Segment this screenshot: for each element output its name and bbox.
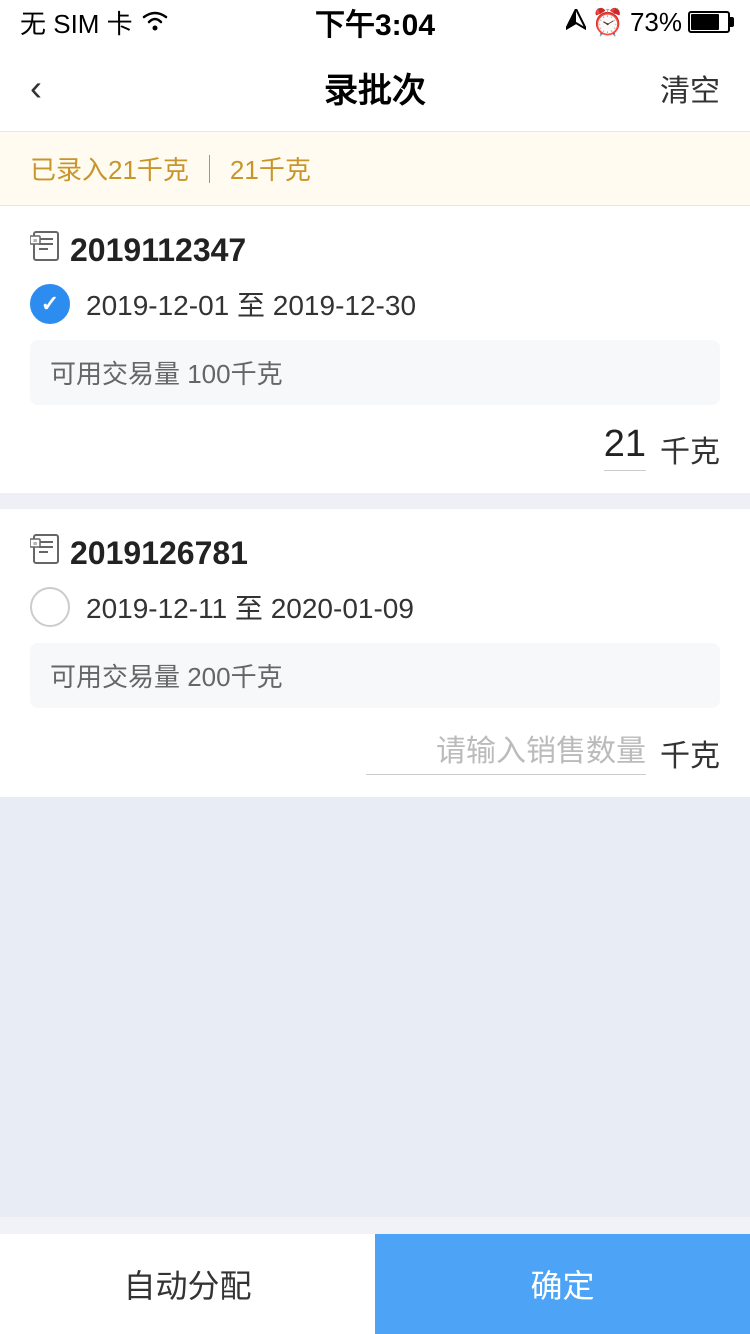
svg-text:≡: ≡ [33, 238, 37, 245]
batch1-date-row[interactable]: 2019-12-01 至 2019-12-30 [30, 284, 720, 324]
batch2-unit: 千克 [660, 731, 720, 775]
batch1-radio[interactable] [30, 284, 70, 324]
page-title: 录批次 [324, 63, 426, 112]
batch2-date-row[interactable]: 2019-12-11 至 2020-01-09 [30, 587, 720, 627]
clear-button[interactable]: 清空 [660, 66, 720, 110]
batch1-quantity-line [604, 470, 646, 471]
section-separator-1 [0, 493, 750, 509]
back-button[interactable]: ‹ [30, 67, 42, 109]
nav-bar: ‹ 录批次 清空 [0, 44, 750, 132]
summary-bar: 已录入21千克 21千克 [0, 132, 750, 206]
batch1-available: 可用交易量 100千克 [30, 340, 720, 405]
batch-card-2: ≡ 2019126781 2019-12-11 至 2020-01-09 可用交… [0, 509, 750, 708]
status-bar: 无 SIM 卡 下午3:04 ⏰ 73% [0, 0, 750, 44]
status-left: 无 SIM 卡 [20, 4, 169, 41]
status-time: 下午3:04 [315, 0, 435, 44]
carrier-text: 无 SIM 卡 [20, 4, 133, 41]
batch2-header: ≡ 2019126781 [30, 533, 720, 573]
batch1-date: 2019-12-01 至 2019-12-30 [86, 284, 416, 324]
batch2-radio[interactable] [30, 587, 70, 627]
location-icon [566, 7, 586, 38]
batch2-quantity-line [366, 774, 646, 775]
batch2-quantity-placeholder[interactable]: 请输入销售数量 [436, 726, 646, 770]
batch2-quantity-wrap[interactable]: 请输入销售数量 [366, 726, 646, 775]
status-right: ⏰ 73% [566, 7, 730, 38]
batch1-quantity-value: 21 [604, 423, 646, 466]
svg-text:≡: ≡ [33, 541, 37, 548]
batch-card-1: ≡ 2019112347 2019-12-01 至 2019-12-30 可用交… [0, 206, 750, 405]
content-area: ≡ 2019112347 2019-12-01 至 2019-12-30 可用交… [0, 206, 750, 797]
alarm-icon: ⏰ [592, 7, 624, 38]
batch1-header: ≡ 2019112347 [30, 230, 720, 270]
batch1-id: 2019112347 [70, 232, 246, 269]
summary-total: 21千克 [230, 150, 311, 187]
wifi-icon [141, 7, 169, 38]
battery-icon [688, 11, 730, 33]
batch2-date: 2019-12-11 至 2020-01-09 [86, 587, 414, 627]
confirm-button[interactable]: 确定 [375, 1234, 750, 1334]
bottom-bar: 自动分配 确定 [0, 1234, 750, 1334]
batch2-available: 可用交易量 200千克 [30, 643, 720, 708]
batch2-icon: ≡ [30, 533, 62, 573]
battery-percent: 73% [630, 7, 682, 38]
summary-divider [209, 155, 210, 183]
bottom-gray-area [0, 797, 750, 1217]
batch1-quantity-wrap[interactable]: 21 [604, 423, 646, 471]
batch2-id: 2019126781 [70, 535, 248, 572]
batch1-icon: ≡ [30, 230, 62, 270]
batch1-unit: 千克 [660, 427, 720, 471]
summary-recorded: 已录入21千克 [30, 150, 189, 187]
auto-distribute-button[interactable]: 自动分配 [0, 1234, 375, 1334]
